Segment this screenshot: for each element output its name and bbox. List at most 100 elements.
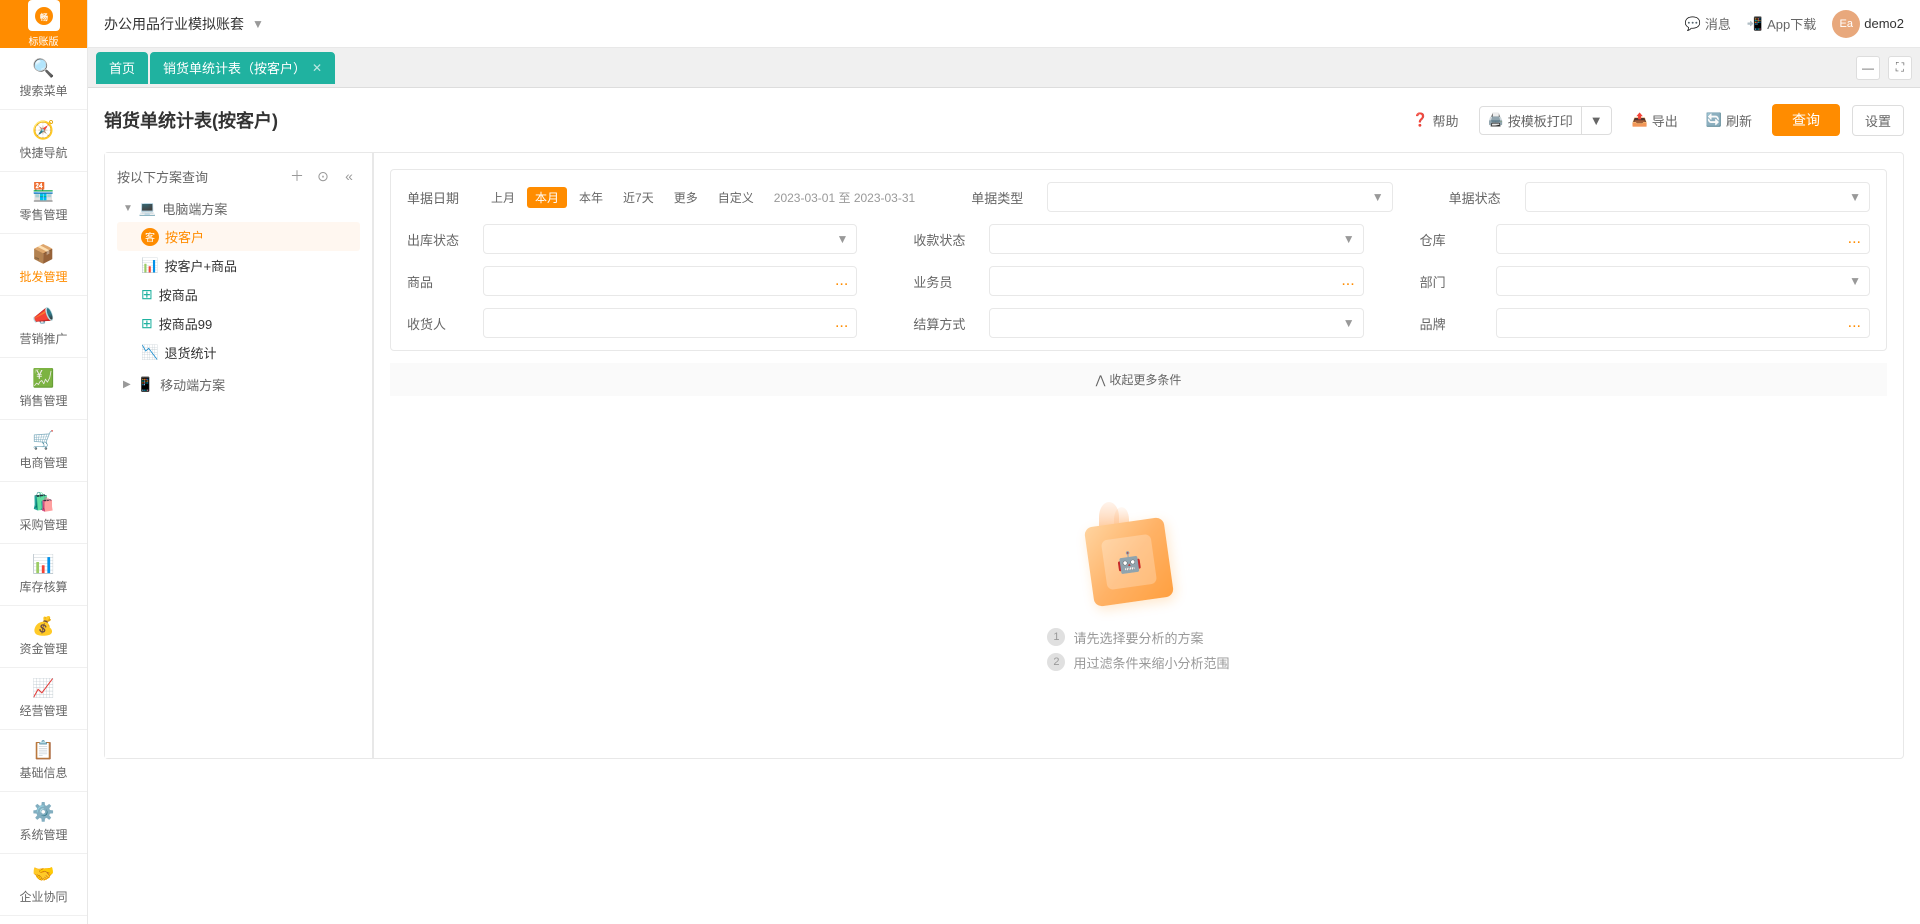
scheme-header: 按以下方案查询 ＋ ⊙ « [117, 165, 360, 187]
mobile-icon: 📱 [137, 376, 154, 393]
print-button[interactable]: 🖨️ 按模板打印 [1480, 107, 1582, 134]
refresh-button[interactable]: 🔄 刷新 [1698, 107, 1760, 134]
sidebar-item-newcomer[interactable]: 🌱 新手引导 [0, 916, 87, 924]
sidebar-item-system[interactable]: ⚙️ 系统管理 [0, 792, 87, 854]
sidebar-item-inventory-label: 库存核算 [19, 578, 67, 595]
settings-button[interactable]: 设置 [1852, 105, 1904, 136]
page-title: 销货单统计表(按客户) [104, 107, 278, 133]
sidebar-item-purchase-label: 采购管理 [19, 516, 67, 533]
empty-illustration: 🤖 [1079, 492, 1199, 612]
sidebar-item-search[interactable]: 🔍 搜索菜单 [0, 48, 87, 110]
scheme-edit-button[interactable]: ⊙ [312, 165, 334, 187]
customer-scheme-icon: 客 [141, 228, 159, 246]
tab-sales-stat[interactable]: 销货单统计表（按客户） ✕ [150, 52, 335, 84]
page-actions: ❓ 帮助 🖨️ 按模板打印 ▼ 📤 导出 [1404, 104, 1904, 136]
query-button[interactable]: 查询 [1772, 104, 1840, 136]
filter-row-3: 商品 ... 业务员 ... 部门 [407, 266, 1870, 296]
help-button[interactable]: ❓ 帮助 [1404, 107, 1466, 134]
filter-row-2: 出库状态 ▼ 收款状态 ▼ 仓库 [407, 224, 1870, 254]
header-dropdown-icon[interactable]: ▼ [252, 17, 264, 31]
sidebar-item-quicknav[interactable]: 🧭 快捷导航 [0, 110, 87, 172]
sidebar-item-inventory[interactable]: 📊 库存核算 [0, 544, 87, 606]
out-status-select[interactable]: ▼ [483, 224, 857, 254]
sidebar-item-enterprise[interactable]: 🤝 企业协同 [0, 854, 87, 916]
settlement-select[interactable]: ▼ [989, 308, 1363, 338]
tab-home[interactable]: 首页 [96, 52, 148, 84]
scheme-group-mobile-header[interactable]: ▶ 📱 移动端方案 [117, 371, 360, 398]
sidebar-item-wholesale[interactable]: 📦 批发管理 [0, 234, 87, 296]
sidebar-item-marketing[interactable]: 📣 营销推广 [0, 296, 87, 358]
robot-face-icon: 🤖 [1114, 548, 1142, 576]
empty-hint-1: 1 请先选择要分析的方案 [1047, 628, 1229, 647]
system-icon: ⚙️ [32, 802, 54, 823]
sales-icon: 💹 [32, 368, 54, 389]
sidebar-item-purchase[interactable]: 🛍️ 采购管理 [0, 482, 87, 544]
hint-text-1: 请先选择要分析的方案 [1073, 628, 1203, 647]
scheme-item-by-goods-label: 按商品 [159, 285, 198, 304]
collection-select[interactable]: ▼ [989, 224, 1363, 254]
print-dropdown-button[interactable]: ▼ [1582, 109, 1611, 132]
warehouse-input[interactable]: ... [1496, 224, 1870, 254]
page-inner: 销货单统计表(按客户) ❓ 帮助 🖨️ 按模板打印 ▼ 📤 [88, 88, 1920, 924]
scheme-item-by-customer-label: 按客户 [165, 227, 204, 246]
sidebar-item-enterprise-label: 企业协同 [19, 888, 67, 905]
date-btn-this-year[interactable]: 本年 [571, 187, 611, 208]
sidebar: 畅 标账版 🔍 搜索菜单 🧭 快捷导航 🏪 零售管理 📦 批发管理 📣 营销推广… [0, 0, 88, 924]
date-btn-this-month[interactable]: 本月 [527, 187, 567, 208]
doc-status-select[interactable]: ▼ [1525, 182, 1870, 212]
scheme-item-by-customer[interactable]: 客 按客户 [117, 222, 360, 251]
sidebar-item-ecommerce[interactable]: 🛒 电商管理 [0, 420, 87, 482]
date-btn-7days[interactable]: 近7天 [615, 187, 662, 208]
collapse-bar[interactable]: ⋀ 收起更多条件 [390, 363, 1887, 396]
tab-expand-button[interactable]: ⛶ [1888, 56, 1912, 80]
doc-status-chevron-icon: ▼ [1849, 190, 1861, 204]
scheme-item-by-goods[interactable]: ⊞ 按商品 [117, 280, 360, 309]
grid-icon-2: ⊞ [141, 315, 153, 332]
message-button[interactable]: 💬 消息 [1685, 14, 1731, 33]
dept-select[interactable]: ▼ [1496, 266, 1870, 296]
staff-input[interactable]: ... [989, 266, 1363, 296]
collection-label: 收款状态 [913, 230, 973, 249]
brand-input[interactable]: ... [1496, 308, 1870, 338]
date-btn-more[interactable]: 更多 [666, 187, 706, 208]
doc-type-select[interactable]: ▼ [1047, 182, 1392, 212]
goods-dots-icon: ... [835, 272, 848, 290]
hint-text-2: 用过滤条件来缩小分析范围 [1073, 653, 1229, 672]
logo-area[interactable]: 畅 标账版 [0, 0, 87, 48]
sidebar-item-basic[interactable]: 📋 基础信息 [0, 730, 87, 792]
tab-close-icon[interactable]: ✕ [312, 61, 322, 75]
scheme-collapse-button[interactable]: « [338, 165, 360, 187]
sidebar-item-operations[interactable]: 📈 经营管理 [0, 668, 87, 730]
scheme-item-by-customer-goods[interactable]: 📊 按客户+商品 [117, 251, 360, 280]
date-btn-last-month[interactable]: 上月 [483, 187, 523, 208]
sidebar-item-sales[interactable]: 💹 销售管理 [0, 358, 87, 420]
scheme-item-by-goods-99[interactable]: ⊞ 按商品99 [117, 309, 360, 338]
staff-label: 业务员 [913, 272, 973, 291]
receiver-input[interactable]: ... [483, 308, 857, 338]
doc-type-label: 单据类型 [971, 188, 1031, 207]
search-icon: 🔍 [32, 58, 54, 79]
tab-minimize-button[interactable]: — [1856, 56, 1880, 80]
sidebar-item-search-label: 搜索菜单 [19, 82, 67, 99]
collapse-label: 收起更多条件 [1109, 371, 1181, 388]
scheme-item-return-stat[interactable]: 📉 退货统计 [117, 338, 360, 367]
refresh-label: 刷新 [1726, 111, 1752, 130]
tab-home-label: 首页 [109, 58, 135, 77]
page-header: 销货单统计表(按客户) ❓ 帮助 🖨️ 按模板打印 ▼ 📤 [104, 104, 1904, 136]
date-btn-custom[interactable]: 自定义 [710, 187, 762, 208]
header-right: 💬 消息 📲 App下载 Ea demo2 [1685, 10, 1904, 38]
svg-text:畅: 畅 [40, 12, 48, 22]
tabs-controls: — ⛶ [1856, 56, 1912, 80]
user-area[interactable]: Ea demo2 [1832, 10, 1904, 38]
page-content: 销货单统计表(按客户) ❓ 帮助 🖨️ 按模板打印 ▼ 📤 [88, 88, 1920, 924]
scheme-add-button[interactable]: ＋ [286, 165, 308, 187]
app-download-button[interactable]: 📲 App下载 [1747, 14, 1816, 33]
scheme-group-desktop-header[interactable]: ▼ 💻 电脑端方案 [117, 195, 360, 222]
scheme-group-desktop-label: 电脑端方案 [162, 199, 227, 218]
sidebar-item-finance[interactable]: 💰 资金管理 [0, 606, 87, 668]
tabs-bar: 首页 销货单统计表（按客户） ✕ — ⛶ [88, 48, 1920, 88]
goods-input[interactable]: ... [483, 266, 857, 296]
sidebar-item-retail[interactable]: 🏪 零售管理 [0, 172, 87, 234]
export-button[interactable]: 📤 导出 [1624, 107, 1686, 134]
top-header: 办公用品行业模拟账套 ▼ 💬 消息 📲 App下载 Ea demo2 [88, 0, 1920, 48]
